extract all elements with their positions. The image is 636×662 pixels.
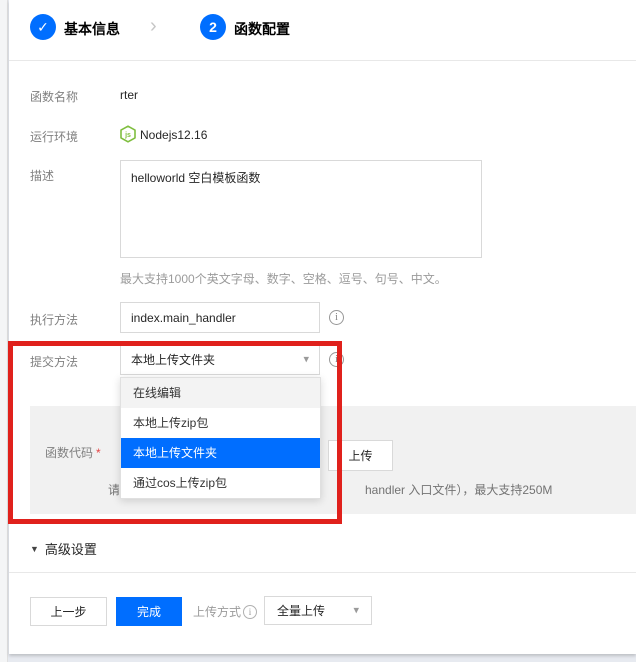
handler-label: 执行方法	[30, 311, 78, 328]
function-config-screen: ✓ 基本信息 › 2 函数配置 函数名称 rter 运行环境 js Nodejs…	[0, 0, 636, 662]
dropdown-option-upload-zip[interactable]: 本地上传zip包	[121, 408, 320, 438]
runtime-label: 运行环境	[30, 128, 78, 145]
description-label: 描述	[30, 167, 54, 184]
step2-label: 函数配置	[234, 19, 290, 39]
submit-method-dropdown: 在线编辑 本地上传zip包 本地上传文件夹 通过cos上传zip包	[120, 377, 321, 499]
description-hint: 最大支持1000个英文字母、数字、空格、逗号、句号、中文。	[120, 270, 447, 287]
triangle-down-icon: ▼	[30, 544, 39, 554]
dropdown-option-online-edit[interactable]: 在线编辑	[121, 378, 320, 408]
previous-step-button[interactable]: 上一步	[30, 597, 107, 626]
function-config-card: ✓ 基本信息 › 2 函数配置 函数名称 rter 运行环境 js Nodejs…	[9, 0, 636, 654]
code-hint-clipped-fragment: 请	[108, 481, 119, 498]
submit-method-info-icon[interactable]: i	[329, 352, 344, 367]
upload-mode-value: 全量上传	[277, 602, 325, 619]
upload-mode-label: 上传方式 i	[193, 603, 257, 620]
dropdown-option-upload-folder[interactable]: 本地上传文件夹	[121, 438, 320, 468]
finish-button[interactable]: 完成	[116, 597, 182, 626]
handler-info-icon[interactable]: i	[329, 310, 344, 325]
svg-text:js: js	[124, 132, 131, 139]
caret-down-icon: ▾	[353, 605, 359, 616]
header-divider	[9, 60, 636, 61]
upload-button[interactable]: 上传	[328, 440, 393, 471]
handler-input[interactable]	[120, 302, 320, 333]
code-hint: handler 入口文件），最大支持250M	[365, 481, 552, 498]
name-label: 函数名称	[30, 88, 78, 105]
step1-circle: ✓	[30, 14, 56, 40]
name-value: rter	[120, 88, 138, 102]
runtime-value: Nodejs12.16	[140, 128, 207, 142]
check-icon: ✓	[37, 19, 49, 36]
advanced-settings-toggle[interactable]: ▼ 高级设置	[30, 539, 97, 558]
chevron-right-icon: ›	[150, 16, 157, 36]
submit-method-value: 本地上传文件夹	[131, 351, 215, 368]
step2-number: 2	[209, 19, 217, 35]
code-label: 函数代码*	[45, 444, 101, 461]
advanced-settings-label: 高级设置	[45, 539, 97, 558]
upload-mode-info-icon[interactable]: i	[243, 605, 257, 619]
footer-divider	[9, 572, 636, 573]
page-left-gutter	[0, 0, 8, 662]
upload-mode-select[interactable]: 全量上传 ▾	[264, 596, 372, 625]
caret-down-icon: ▾	[303, 354, 309, 365]
submit-method-label: 提交方法	[30, 353, 78, 370]
description-textarea[interactable]: helloworld 空白模板函数	[120, 160, 482, 258]
nodejs-icon: js	[119, 125, 137, 143]
submit-method-select[interactable]: 本地上传文件夹 ▾	[120, 344, 320, 375]
required-asterisk: *	[96, 446, 101, 460]
step2-circle: 2	[200, 14, 226, 40]
step1-label: 基本信息	[64, 19, 120, 39]
dropdown-option-cos-zip[interactable]: 通过cos上传zip包	[121, 468, 320, 498]
